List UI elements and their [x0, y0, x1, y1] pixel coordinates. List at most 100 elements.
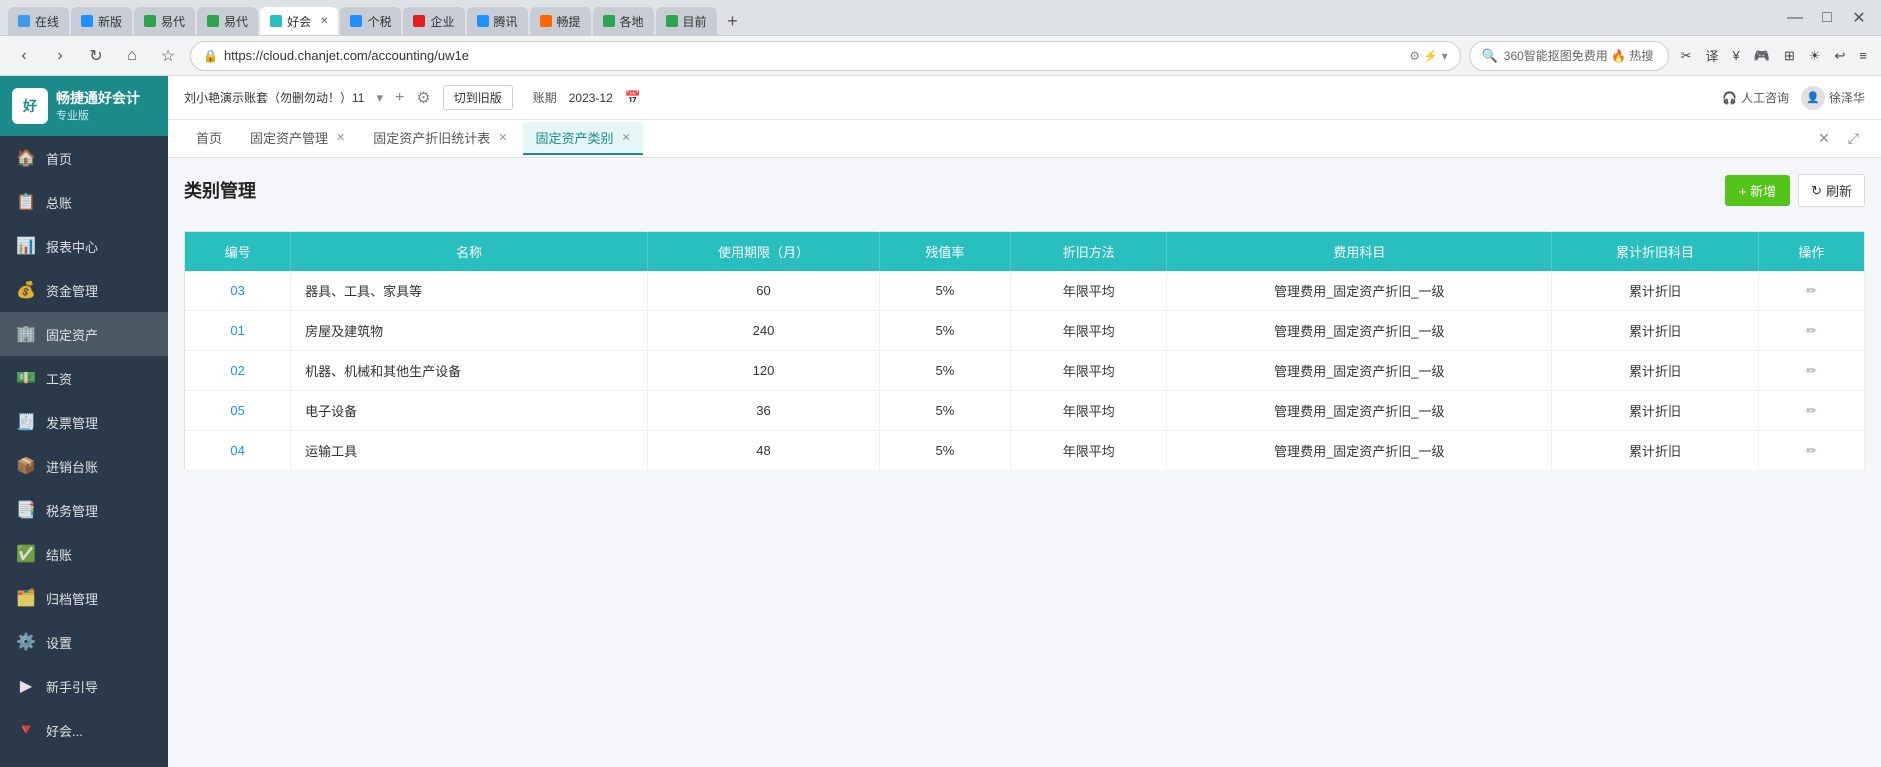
close-browser-button[interactable]: ✕: [1845, 4, 1873, 32]
sidebar-logo: 好 畅捷通好会计 专业版: [0, 76, 168, 136]
cell-action-3: ✏: [1758, 391, 1864, 431]
table-row: 03 器具、工具、家具等 60 5% 年限平均 管理费用_固定资产折旧_一级 累…: [185, 271, 1865, 311]
edit-icon-2[interactable]: ✏: [1806, 363, 1817, 378]
sidebar-item-fixed-assets[interactable]: 🏢 固定资产: [0, 312, 168, 356]
browser-tab-gedi[interactable]: 各地: [593, 7, 654, 35]
reload-button[interactable]: ↻: [82, 42, 110, 70]
add-company-icon[interactable]: +: [395, 89, 404, 107]
switch-version-button[interactable]: 切到旧版: [443, 85, 513, 110]
bookmark-button[interactable]: ☆: [154, 42, 182, 70]
browser-tab-haohui[interactable]: 好会 ✕: [260, 7, 338, 35]
cell-name-1: 房屋及建筑物: [291, 311, 648, 351]
logo-icon: 好: [12, 88, 48, 124]
cell-code-4: 04: [185, 431, 291, 471]
sidebar-item-funds[interactable]: 💰 资金管理: [0, 268, 168, 312]
browser-tab-enterprise[interactable]: 企业: [403, 7, 464, 35]
search-area[interactable]: 🔍 360智能抠图免费用 🔥 热搜: [1469, 41, 1669, 71]
page-tab-home[interactable]: 首页: [184, 122, 234, 155]
settings-gear-icon[interactable]: ⚙: [416, 88, 430, 108]
cell-method-1: 年限平均: [1011, 311, 1167, 351]
tab-close-icon[interactable]: ✕: [320, 16, 328, 27]
browser-tab-online[interactable]: 在线: [8, 7, 69, 35]
sidebar-item-reports[interactable]: 📊 报表中心: [0, 224, 168, 268]
address-bar[interactable]: 🔒 https://cloud.chanjet.com/accounting/u…: [190, 41, 1461, 71]
page-tab-depreciation[interactable]: 固定资产折旧统计表 ✕: [361, 122, 519, 155]
sidebar-item-tax[interactable]: 📑 税务管理: [0, 488, 168, 532]
table-header: 编号 名称 使用期限（月） 残值率 折旧方法 费用科目 累计折旧科目 操作: [185, 232, 1865, 272]
new-tab-button[interactable]: +: [719, 7, 747, 35]
sidebar-item-checkout[interactable]: ✅ 结账: [0, 532, 168, 576]
grid-icon[interactable]: ⊞: [1780, 44, 1799, 68]
cut-icon[interactable]: ✂: [1677, 44, 1696, 68]
wallet-icon[interactable]: ¥: [1729, 44, 1744, 67]
user-avatar[interactable]: 👤 徐泽华: [1801, 86, 1865, 110]
search-icon: 🔍: [1482, 48, 1498, 64]
invoice-icon: 🧾: [16, 412, 36, 432]
sidebar-item-invoice[interactable]: 🧾 发票管理: [0, 400, 168, 444]
browser-tab-yidai1[interactable]: 易代: [134, 7, 195, 35]
cell-expense-0: 管理费用_固定资产折旧_一级: [1167, 271, 1552, 311]
guide-icon: ▶: [16, 676, 36, 696]
browser-tab-tencent[interactable]: 腾讯: [467, 7, 528, 35]
cell-accumulated-1: 累计折旧: [1552, 311, 1759, 351]
tax-icon: 📑: [16, 500, 36, 520]
topbar-user: 刘小艳演示账套（勿删勿动！）11: [184, 89, 364, 106]
calendar-icon[interactable]: 📅: [625, 90, 641, 106]
topbar-right: 🎧 人工咨询 👤 徐泽华: [1722, 86, 1865, 110]
back-button[interactable]: ‹: [10, 42, 38, 70]
browser-tab-tax[interactable]: 个税: [340, 7, 401, 35]
address-extra-icons: ⚙ ⚡ ▾: [1409, 49, 1447, 63]
cell-residual-2: 5%: [879, 351, 1010, 391]
maximize-button[interactable]: □: [1813, 4, 1841, 32]
cell-accumulated-2: 累计折旧: [1552, 351, 1759, 391]
sidebar-item-label-fixed-assets: 固定资产: [46, 325, 98, 344]
cell-accumulated-4: 累计折旧: [1552, 431, 1759, 471]
refresh-button[interactable]: ↻ 刷新: [1798, 174, 1865, 207]
forward-button[interactable]: ›: [46, 42, 74, 70]
edit-icon-0[interactable]: ✏: [1806, 283, 1817, 298]
main-content: 刘小艳演示账套（勿删勿动！）11 ▾ + ⚙ 切到旧版 账期 2023-12 📅…: [168, 76, 1881, 767]
home-button[interactable]: ⌂: [118, 42, 146, 70]
sidebar-item-more[interactable]: 🔻 好会...: [0, 708, 168, 752]
address-row: ‹ › ↻ ⌂ ☆ 🔒 https://cloud.chanjet.com/ac…: [0, 36, 1881, 76]
sidebar-item-stock[interactable]: 📦 进销台账: [0, 444, 168, 488]
edit-icon-3[interactable]: ✏: [1806, 403, 1817, 418]
cell-action-4: ✏: [1758, 431, 1864, 471]
cell-residual-3: 5%: [879, 391, 1010, 431]
add-button[interactable]: + 新增: [1725, 175, 1790, 206]
browser-tab-yidai2[interactable]: 易代: [197, 7, 258, 35]
page-tab-category[interactable]: 固定资产类别 ✕: [523, 122, 642, 155]
col-header-action: 操作: [1758, 232, 1864, 272]
tab-close-asset-manage[interactable]: ✕: [336, 131, 345, 144]
sidebar-item-settings[interactable]: ⚙️ 设置: [0, 620, 168, 664]
sidebar-item-archive[interactable]: 🗂️ 归档管理: [0, 576, 168, 620]
browser-tab-mumu[interactable]: 目前: [656, 7, 717, 35]
menu-icon[interactable]: ≡: [1855, 44, 1871, 67]
sidebar-item-guide[interactable]: ▶ 新手引导: [0, 664, 168, 708]
edit-icon-4[interactable]: ✏: [1806, 443, 1817, 458]
tab-close-category[interactable]: ✕: [622, 131, 631, 144]
sidebar-item-ledger[interactable]: 📋 总账: [0, 180, 168, 224]
sidebar-item-payroll[interactable]: 💵 工资: [0, 356, 168, 400]
service-button[interactable]: 🎧 人工咨询: [1722, 89, 1789, 106]
sidebar-item-home[interactable]: 🏠 首页: [0, 136, 168, 180]
sidebar-item-label-ledger: 总账: [46, 193, 72, 212]
brightness-icon[interactable]: ☀: [1805, 44, 1825, 68]
cell-period-4: 48: [648, 431, 880, 471]
dropdown-icon[interactable]: ▾: [376, 90, 383, 106]
cell-name-2: 机器、机械和其他生产设备: [291, 351, 648, 391]
edit-icon-1[interactable]: ✏: [1806, 323, 1817, 338]
cell-period-3: 36: [648, 391, 880, 431]
tab-close-depreciation[interactable]: ✕: [498, 131, 507, 144]
browser-tab-changte[interactable]: 畅提: [530, 7, 591, 35]
collapse-window-button[interactable]: ✕: [1812, 128, 1836, 149]
translate-icon[interactable]: 译: [1702, 42, 1723, 69]
game-icon[interactable]: 🎮: [1750, 44, 1774, 68]
expand-window-button[interactable]: ⤢: [1842, 128, 1865, 149]
cell-accumulated-3: 累计折旧: [1552, 391, 1759, 431]
page-tab-asset-manage[interactable]: 固定资产管理 ✕: [238, 122, 357, 155]
undo-icon[interactable]: ↩: [1831, 44, 1850, 68]
minimize-button[interactable]: —: [1781, 4, 1809, 32]
cell-expense-1: 管理费用_固定资产折旧_一级: [1167, 311, 1552, 351]
browser-tab-new[interactable]: 新版: [71, 7, 132, 35]
